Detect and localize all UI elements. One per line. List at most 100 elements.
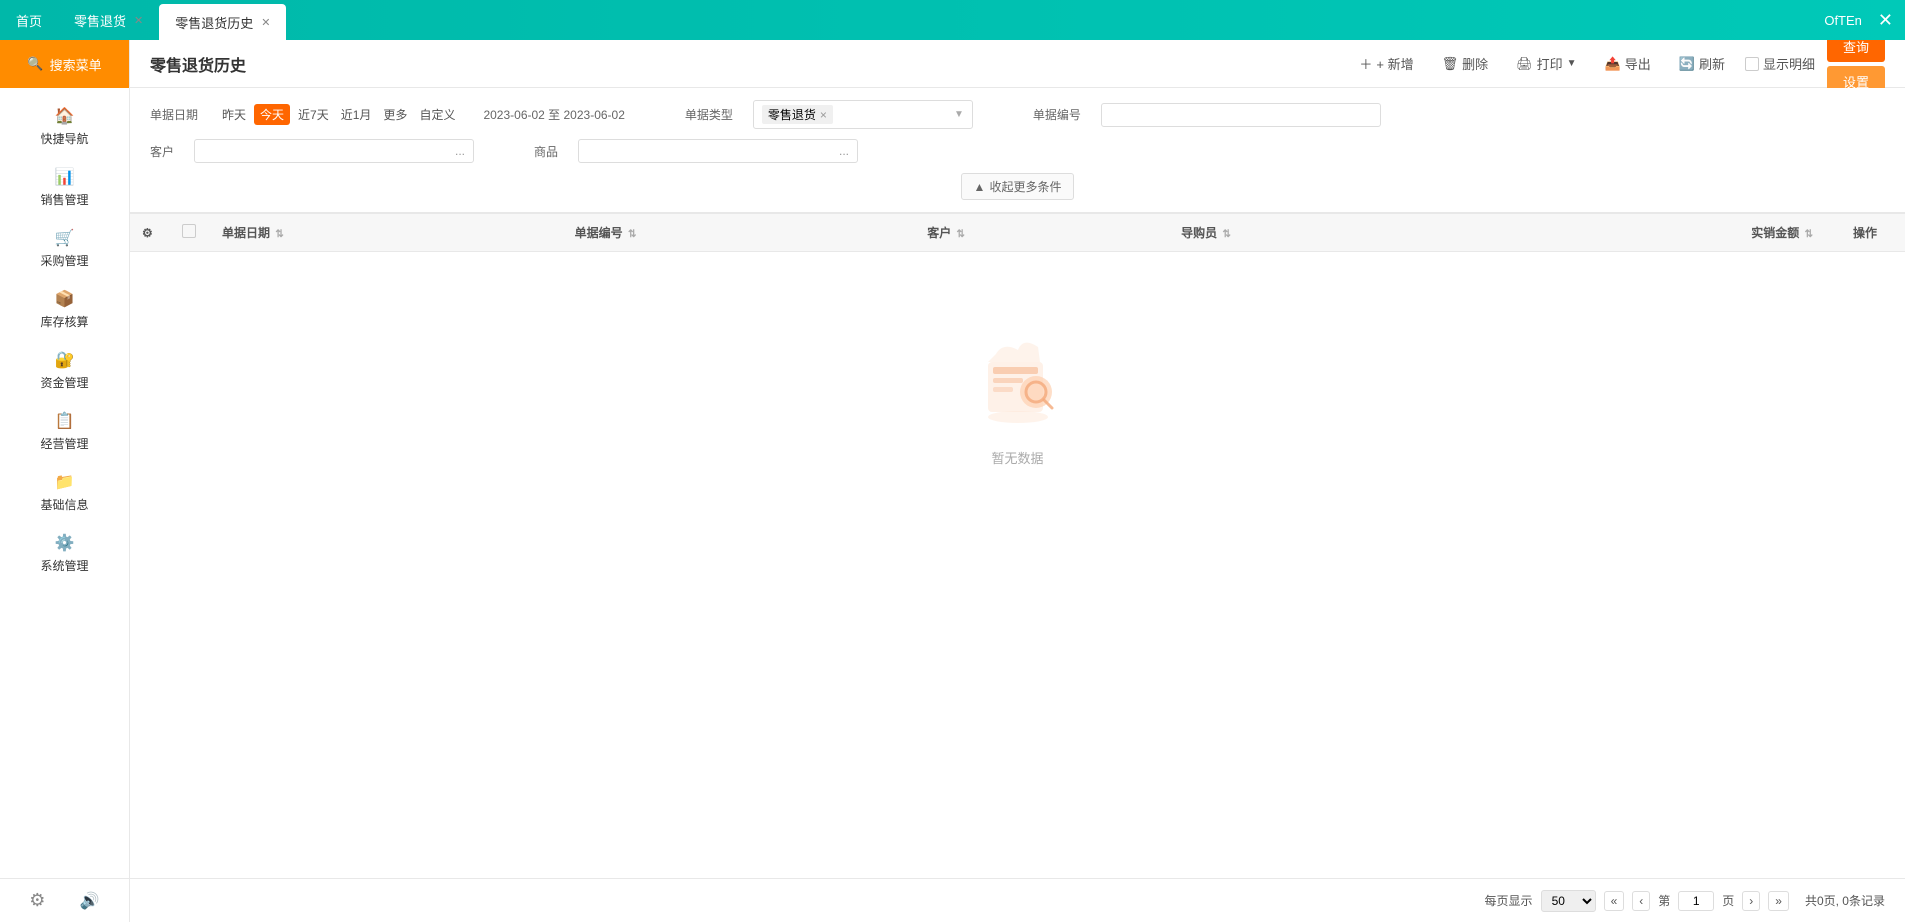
filter-doc-number-input[interactable] [1101,103,1381,127]
print-button-label: 打印 [1537,54,1563,73]
filter-goods-dots: ... [839,144,849,158]
basic-info-icon: 📁 [55,472,75,492]
new-button[interactable]: ＋ + 新增 [1351,50,1421,77]
th-amount[interactable]: 实销金额 ⇅ [1472,214,1825,252]
empty-state-icon [968,332,1068,432]
shortcut-last7days[interactable]: 近7天 [294,104,333,125]
shortcut-today[interactable]: 今天 [254,104,290,125]
table-header: ⚙ 单据日期 ⇅ 单据编号 ⇅ [130,214,1905,252]
date-shortcuts: 昨天 今天 近7天 近1月 更多 自定义 [218,104,459,125]
th-guide[interactable]: 导购员 ⇅ [1169,214,1472,252]
sidebar-item-finance-mgmt[interactable]: 🔐 资金管理 [0,340,129,401]
pagination-last-btn[interactable]: » [1768,891,1789,911]
export-icon: 📤 [1605,56,1621,72]
tab-retail-return-history-label: 零售退货历史 [175,13,253,32]
export-button-label: 导出 [1625,54,1651,73]
filter-doc-type-tag: 零售退货 × [762,105,833,124]
pagination-first-btn[interactable]: « [1604,891,1625,911]
collapse-btn[interactable]: ▲ 收起更多条件 [961,173,1075,200]
th-checkbox-box [182,224,196,238]
th-customer-label: 客户 [927,226,951,240]
filter-goods-select[interactable]: ... [578,139,858,163]
tab-retail-return-history-close[interactable]: ✕ [261,16,270,29]
sidebar-search[interactable]: 🔍 搜索菜单 [0,40,129,88]
refresh-button[interactable]: 🔄 刷新 [1671,50,1733,77]
th-number-label: 单据编号 [575,226,623,240]
main-layout: 🔍 搜索菜单 🏠 快捷导航 📊 销售管理 🛒 采购管理 📦 库存核算 🔐 [0,40,1905,922]
pagination-per-page-select[interactable]: 10 20 50 100 [1541,890,1596,912]
sidebar-item-finance-mgmt-label: 资金管理 [40,374,88,391]
pagination-per-page-label: 每页显示 [1485,892,1533,909]
filter-doc-number-label: 单据编号 [1033,106,1081,123]
sidebar-sound-icon[interactable]: 🔊 [80,891,100,911]
shortcut-last1month[interactable]: 近1月 [337,104,376,125]
filter-doc-type-remove[interactable]: × [820,108,827,122]
query-button[interactable]: 查询 [1827,40,1885,62]
sidebar-item-sys-mgmt-label: 系统管理 [40,557,88,574]
sidebar-item-inventory-calc[interactable]: 📦 库存核算 [0,279,129,340]
show-detail-checkbox-box [1745,57,1759,71]
table-body: 暂无数据 [130,252,1905,548]
pagination-page-input[interactable] [1678,891,1714,911]
sidebar-item-sys-mgmt[interactable]: ⚙️ 系统管理 [0,523,129,584]
pagination-next-btn[interactable]: › [1742,891,1760,911]
window-close-btn[interactable]: ✕ [1878,10,1893,31]
th-customer[interactable]: 客户 ⇅ [915,214,1169,252]
show-detail-label: 显示明细 [1763,54,1815,73]
sales-icon: 📊 [55,167,75,187]
sidebar-item-sales-mgmt-label: 销售管理 [40,191,88,208]
th-checkbox[interactable] [170,214,210,252]
sidebar-item-quick-nav[interactable]: 🏠 快捷导航 [0,96,129,157]
th-date-sort: ⇅ [275,229,283,240]
page-header: 零售退货历史 ＋ + 新增 🗑 删除 🖨 打印 ▼ 📤 导出 [130,40,1905,88]
tab-home-label: 首页 [16,11,42,30]
th-date-label: 单据日期 [222,226,270,240]
sidebar-item-ops-mgmt[interactable]: 📋 经营管理 [0,401,129,462]
new-button-label: + 新增 [1376,54,1413,73]
tab-retail-return[interactable]: 零售退货 ✕ [58,0,159,40]
tab-home[interactable]: 首页 [0,0,58,40]
th-date[interactable]: 单据日期 ⇅ [210,214,563,252]
filter-date-label: 单据日期 [150,106,198,123]
sidebar-item-basic-info[interactable]: 📁 基础信息 [0,462,129,523]
shortcut-more[interactable]: 更多 [379,104,411,125]
home-icon: 🏠 [55,106,75,126]
th-customer-sort: ⇅ [957,229,965,240]
sidebar-item-basic-info-label: 基础信息 [40,496,88,513]
th-action: 操作 [1825,214,1905,252]
print-button[interactable]: 🖨 打印 ▼ [1508,50,1584,77]
top-bar: 首页 零售退货 ✕ 零售退货历史 ✕ OfTEn ✕ [0,0,1905,40]
page-title: 零售退货历史 [150,52,1351,76]
collapse-label: 收起更多条件 [989,178,1061,195]
gear-icon: ⚙ [142,226,153,240]
delete-button-label: 删除 [1462,54,1488,73]
th-number[interactable]: 单据编号 ⇅ [563,214,916,252]
filter-doc-type-label: 单据类型 [685,106,733,123]
sidebar-item-purchase-mgmt[interactable]: 🛒 采购管理 [0,218,129,279]
plus-icon: ＋ [1359,54,1372,73]
shortcut-custom[interactable]: 自定义 [415,104,459,125]
content-area: 零售退货历史 ＋ + 新增 🗑 删除 🖨 打印 ▼ 📤 导出 [130,40,1905,922]
sys-icon: ⚙️ [55,533,75,553]
tab-retail-return-history[interactable]: 零售退货历史 ✕ [159,4,286,40]
filter-doc-type-select[interactable]: 零售退货 × ▼ [753,100,973,129]
filter-row-2: 客户 ... 商品 ... [150,139,1885,163]
th-guide-sort: ⇅ [1222,229,1230,240]
sidebar-item-sales-mgmt[interactable]: 📊 销售管理 [0,157,129,218]
tab-retail-return-close[interactable]: ✕ [134,14,143,27]
th-settings[interactable]: ⚙ [130,214,170,252]
pagination-prev-btn[interactable]: ‹ [1632,891,1650,911]
delete-button[interactable]: 🗑 删除 [1434,50,1497,77]
filter-customer-select[interactable]: ... [194,139,474,163]
sidebar-item-quick-nav-label: 快捷导航 [40,130,88,147]
sidebar-settings-icon[interactable]: ⚙ [29,890,45,911]
print-icon: 🖨 [1516,56,1533,72]
th-amount-sort: ⇅ [1805,229,1813,240]
table-container: ⚙ 单据日期 ⇅ 单据编号 ⇅ [130,213,1905,878]
sidebar-footer: ⚙ 🔊 [0,878,129,922]
empty-state: 暂无数据 [130,252,1905,547]
export-button[interactable]: 📤 导出 [1597,50,1659,77]
show-detail-checkbox[interactable]: 显示明细 [1745,54,1815,73]
shortcut-yesterday[interactable]: 昨天 [218,104,250,125]
filter-goods-label: 商品 [534,143,558,160]
